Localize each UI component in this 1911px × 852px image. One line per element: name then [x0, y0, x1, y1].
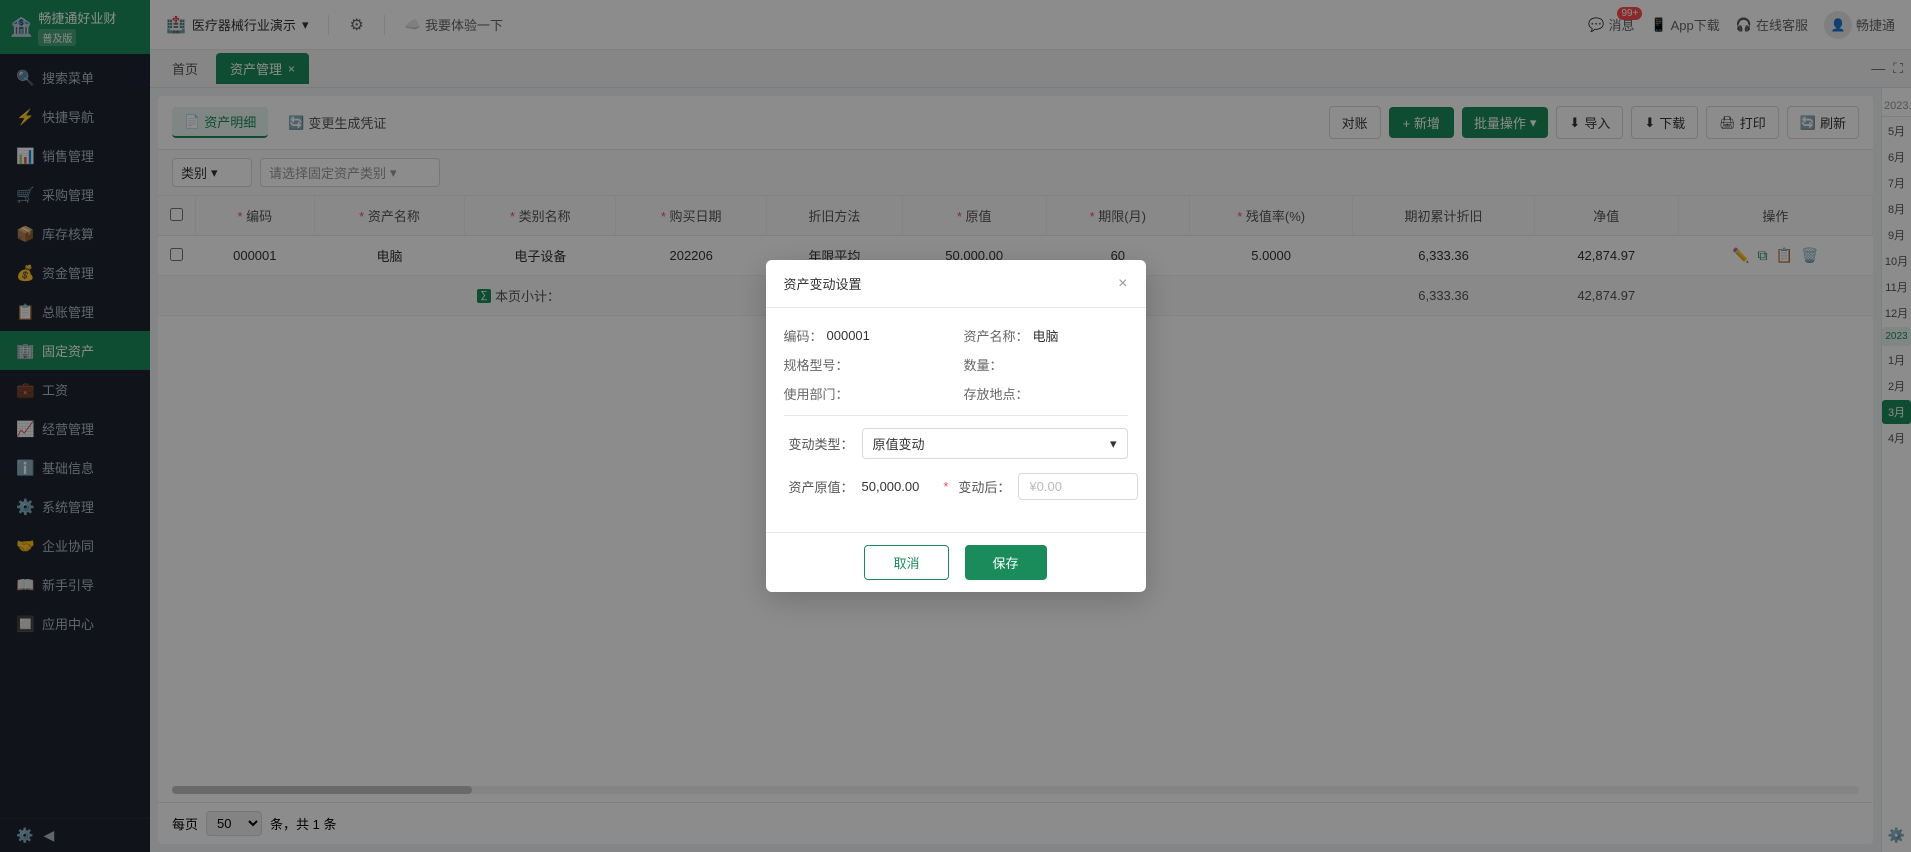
- modal-after-change-label: 变动后：: [958, 477, 1010, 496]
- modal-storage-item: 存放地点：: [964, 384, 1128, 403]
- modal-storage-label: 存放地点：: [964, 384, 1029, 403]
- modal-body: 编码： 000001 资产名称： 电脑 规格型号： 数量：: [766, 308, 1146, 532]
- save-button[interactable]: 保存: [965, 545, 1047, 580]
- modal-title: 资产变动设置: [784, 274, 862, 293]
- modal-info-row-2: 规格型号： 数量：: [784, 355, 1128, 374]
- modal-overlay: 资产变动设置 × 编码： 000001 资产名称： 电脑 规格型号：: [0, 0, 1911, 852]
- change-type-dropdown-icon: ▾: [1110, 436, 1117, 452]
- change-type-select[interactable]: 原值变动 ▾: [862, 428, 1128, 459]
- modal-asset-value: 50,000.00: [862, 479, 920, 494]
- modal-info-row-1: 编码： 000001 资产名称： 电脑: [784, 326, 1128, 345]
- modal-department-label: 使用部门：: [784, 384, 849, 403]
- modal-footer: 取消 保存: [766, 532, 1146, 592]
- after-change-input[interactable]: [1018, 473, 1138, 500]
- modal-code-label: 编码：: [784, 326, 823, 345]
- modal-header: 资产变动设置 ×: [766, 260, 1146, 308]
- modal-name-label: 资产名称：: [964, 326, 1029, 345]
- modal-code-value: 000001: [827, 328, 870, 343]
- modal-close-button[interactable]: ×: [1118, 275, 1127, 293]
- asset-change-modal: 资产变动设置 × 编码： 000001 资产名称： 电脑 规格型号：: [766, 260, 1146, 592]
- modal-spec-label: 规格型号：: [784, 355, 849, 374]
- modal-quantity-label: 数量：: [964, 355, 1003, 374]
- modal-asset-value-row: 资产原值： 50,000.00 * 变动后：: [784, 473, 1128, 500]
- modal-department-item: 使用部门：: [784, 384, 948, 403]
- change-type-value: 原值变动: [873, 434, 925, 453]
- modal-change-type-row: 变动类型： 原值变动 ▾: [784, 428, 1128, 459]
- modal-code-item: 编码： 000001: [784, 326, 948, 345]
- modal-spec-item: 规格型号：: [784, 355, 948, 374]
- modal-quantity-item: 数量：: [964, 355, 1128, 374]
- modal-info-row-3: 使用部门： 存放地点：: [784, 384, 1128, 403]
- modal-name-value: 电脑: [1033, 326, 1059, 345]
- required-star: *: [943, 479, 948, 494]
- cancel-button[interactable]: 取消: [864, 545, 948, 580]
- modal-change-type-label: 变动类型：: [784, 434, 854, 453]
- modal-divider: [784, 415, 1128, 416]
- modal-name-item: 资产名称： 电脑: [964, 326, 1128, 345]
- modal-asset-value-label: 资产原值：: [784, 477, 854, 496]
